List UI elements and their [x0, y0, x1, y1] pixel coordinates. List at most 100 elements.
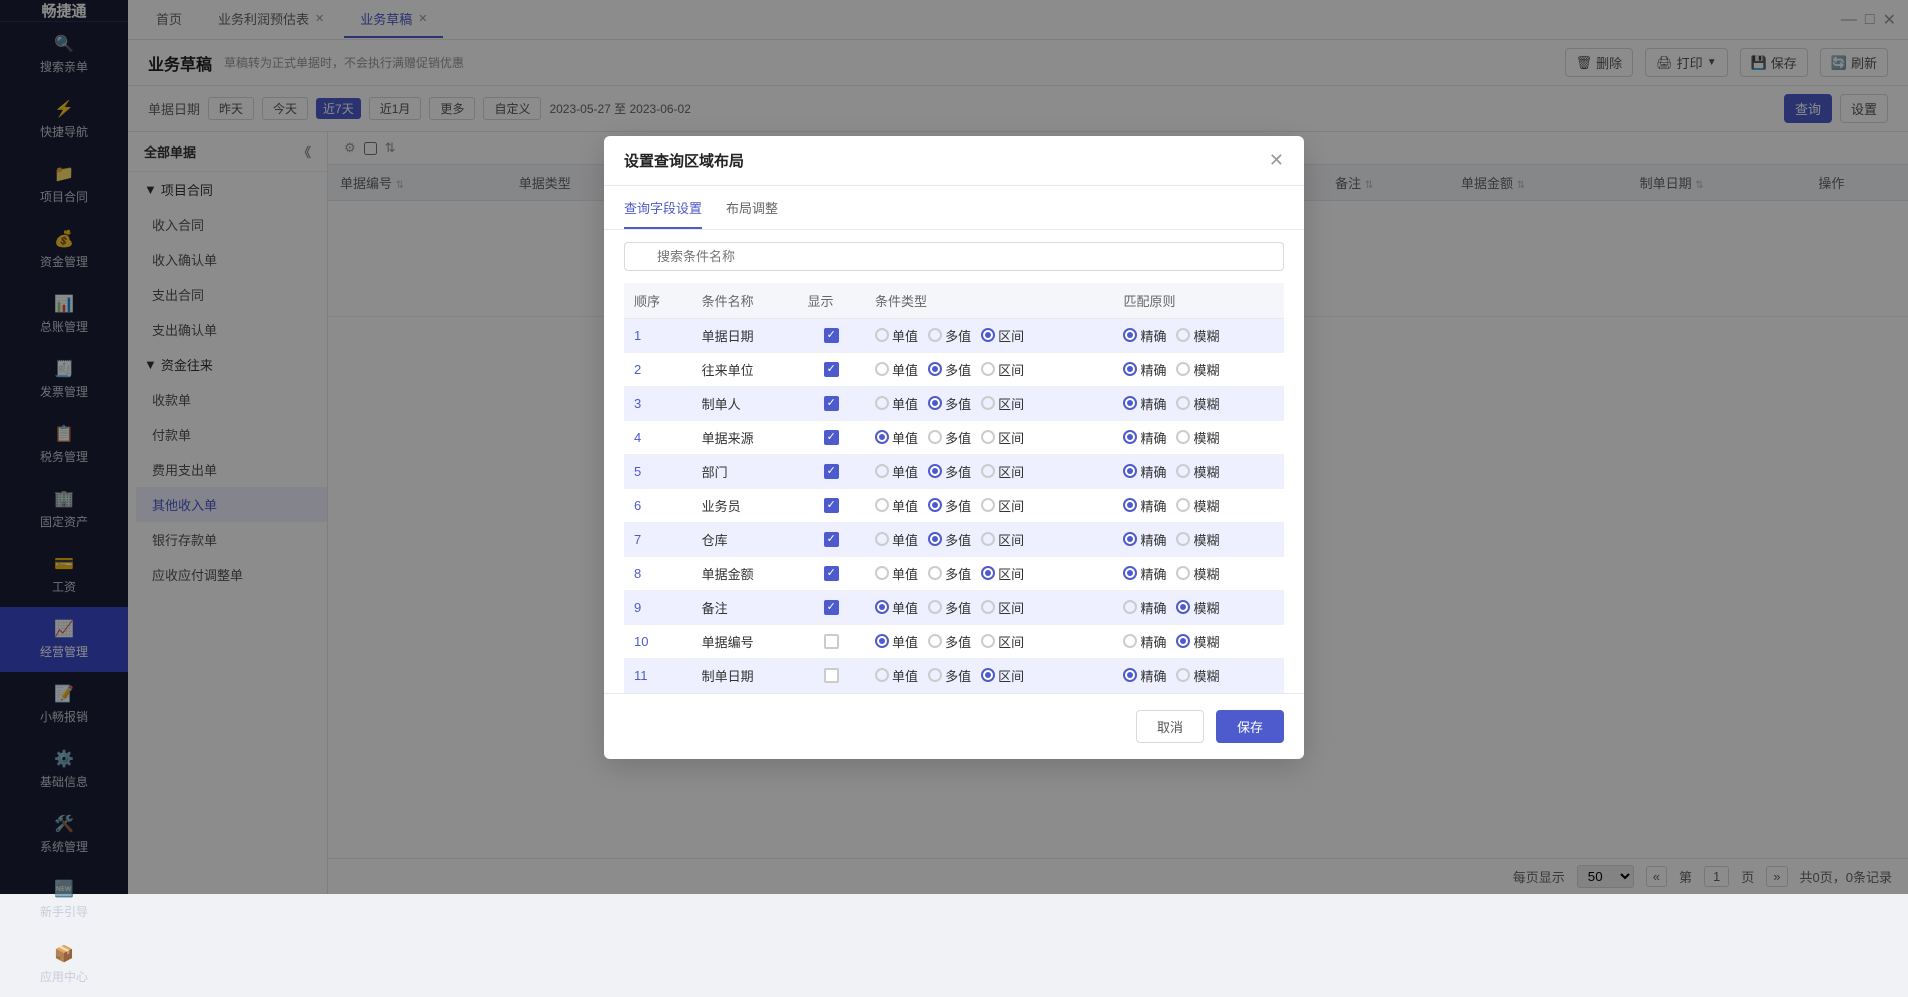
- match-radio-7-1[interactable]: 模糊: [1176, 530, 1219, 549]
- display-checkbox-5[interactable]: ✓: [824, 464, 839, 479]
- settings-dialog: 设置查询区域布局 ✕ 查询字段设置 布局调整 🔍 顺序 条件名称: [604, 136, 1304, 759]
- type-radio-5-1[interactable]: 多值: [928, 462, 971, 481]
- type-radio-8-0[interactable]: 单值: [875, 564, 918, 583]
- match-radio-5-1[interactable]: 模糊: [1176, 462, 1219, 481]
- type-radio-3-2[interactable]: 区间: [981, 394, 1024, 413]
- match-radio-7-0[interactable]: 精确: [1123, 530, 1166, 549]
- row-display-4: ✓: [797, 420, 865, 454]
- match-radio-2-0[interactable]: 精确: [1123, 360, 1166, 379]
- match-radio-3-0[interactable]: 精确: [1123, 394, 1166, 413]
- type-radio-2-1[interactable]: 多值: [928, 360, 971, 379]
- save-dialog-button[interactable]: 保存: [1216, 710, 1284, 743]
- type-radio-10-1[interactable]: 多值: [928, 632, 971, 651]
- tab-layout[interactable]: 布局调整: [726, 198, 778, 229]
- row-match-9: 精确 模糊: [1113, 590, 1284, 624]
- type-radio-6-2[interactable]: 区间: [981, 496, 1024, 515]
- match-radio-9-1[interactable]: 模糊: [1176, 598, 1219, 617]
- dialog-table-row: 6业务员 ✓ 单值 多值 区间 精确 模糊: [624, 488, 1284, 522]
- type-radio-2-0[interactable]: 单值: [875, 360, 918, 379]
- type-radio-7-1[interactable]: 多值: [928, 530, 971, 549]
- row-name-5: 部门: [692, 454, 798, 488]
- match-radio-1-0[interactable]: 精确: [1123, 326, 1166, 345]
- match-radio-5-0[interactable]: 精确: [1123, 462, 1166, 481]
- dialog-table-row: 3制单人 ✓ 单值 多值 区间 精确 模糊: [624, 386, 1284, 420]
- dialog-table-wrap: 顺序 条件名称 显示 条件类型 匹配原则 1单据日期 ✓ 单值 多值: [604, 283, 1304, 693]
- type-radio-4-1[interactable]: 多值: [928, 428, 971, 447]
- match-radio-10-1[interactable]: 模糊: [1176, 632, 1219, 651]
- display-checkbox-3[interactable]: ✓: [824, 396, 839, 411]
- dialog-table-row: 1单据日期 ✓ 单值 多值 区间 精确 模糊: [624, 318, 1284, 352]
- row-type-10: 单值 多值 区间: [865, 624, 1113, 658]
- display-checkbox-10[interactable]: [824, 634, 839, 649]
- type-radio-8-2[interactable]: 区间: [981, 564, 1024, 583]
- type-radio-9-0[interactable]: 单值: [875, 598, 918, 617]
- cancel-button[interactable]: 取消: [1136, 710, 1204, 743]
- row-name-11: 制单日期: [692, 658, 798, 692]
- row-type-6: 单值 多值 区间: [865, 488, 1113, 522]
- type-radio-9-2[interactable]: 区间: [981, 598, 1024, 617]
- dialog-table-row: 8单据金额 ✓ 单值 多值 区间 精确 模糊: [624, 556, 1284, 590]
- type-radio-10-0[interactable]: 单值: [875, 632, 918, 651]
- display-checkbox-9[interactable]: ✓: [824, 600, 839, 615]
- appstore-icon: 📦: [54, 944, 74, 964]
- type-radio-1-0[interactable]: 单值: [875, 326, 918, 345]
- row-match-2: 精确 模糊: [1113, 352, 1284, 386]
- display-checkbox-1[interactable]: ✓: [824, 328, 839, 343]
- type-radio-2-2[interactable]: 区间: [981, 360, 1024, 379]
- dialog-table-row: 11制单日期 单值 多值 区间 精确 模糊: [624, 658, 1284, 692]
- tab-query-fields[interactable]: 查询字段设置: [624, 198, 702, 229]
- display-checkbox-7[interactable]: ✓: [824, 532, 839, 547]
- type-radio-3-1[interactable]: 多值: [928, 394, 971, 413]
- display-checkbox-6[interactable]: ✓: [824, 498, 839, 513]
- display-checkbox-4[interactable]: ✓: [824, 430, 839, 445]
- type-radio-4-2[interactable]: 区间: [981, 428, 1024, 447]
- dialog-table-row: 5部门 ✓ 单值 多值 区间 精确 模糊: [624, 454, 1284, 488]
- condition-search-input[interactable]: [624, 242, 1284, 271]
- type-radio-8-1[interactable]: 多值: [928, 564, 971, 583]
- type-radio-1-2[interactable]: 区间: [981, 326, 1024, 345]
- match-radio-6-1[interactable]: 模糊: [1176, 496, 1219, 515]
- match-radio-11-0[interactable]: 精确: [1123, 666, 1166, 685]
- match-radio-6-0[interactable]: 精确: [1123, 496, 1166, 515]
- type-radio-6-0[interactable]: 单值: [875, 496, 918, 515]
- dialog-search-area: 🔍: [604, 230, 1304, 283]
- type-radio-5-0[interactable]: 单值: [875, 462, 918, 481]
- dialog-table-row: 4单据来源 ✓ 单值 多值 区间 精确 模糊: [624, 420, 1284, 454]
- row-order-5: 5: [624, 454, 692, 488]
- match-radio-11-1[interactable]: 模糊: [1176, 666, 1219, 685]
- type-radio-11-1[interactable]: 多值: [928, 666, 971, 685]
- type-radio-7-0[interactable]: 单值: [875, 530, 918, 549]
- display-checkbox-2[interactable]: ✓: [824, 362, 839, 377]
- match-radio-2-1[interactable]: 模糊: [1176, 360, 1219, 379]
- match-radio-10-0[interactable]: 精确: [1123, 632, 1166, 651]
- match-radio-8-1[interactable]: 模糊: [1176, 564, 1219, 583]
- row-name-4: 单据来源: [692, 420, 798, 454]
- match-radio-4-1[interactable]: 模糊: [1176, 428, 1219, 447]
- type-radio-11-2[interactable]: 区间: [981, 666, 1024, 685]
- display-checkbox-8[interactable]: ✓: [824, 566, 839, 581]
- match-radio-3-1[interactable]: 模糊: [1176, 394, 1219, 413]
- match-radio-9-0[interactable]: 精确: [1123, 598, 1166, 617]
- type-radio-6-1[interactable]: 多值: [928, 496, 971, 515]
- row-name-1: 单据日期: [692, 318, 798, 352]
- type-radio-3-0[interactable]: 单值: [875, 394, 918, 413]
- sidebar-item-appstore[interactable]: 📦应用中心: [0, 932, 128, 997]
- dialog-close-button[interactable]: ✕: [1269, 150, 1284, 171]
- dialog-header: 设置查询区域布局 ✕: [604, 136, 1304, 186]
- type-radio-11-0[interactable]: 单值: [875, 666, 918, 685]
- type-radio-9-1[interactable]: 多值: [928, 598, 971, 617]
- row-display-11: [797, 658, 865, 692]
- type-radio-4-0[interactable]: 单值: [875, 428, 918, 447]
- type-radio-1-1[interactable]: 多值: [928, 326, 971, 345]
- match-radio-4-0[interactable]: 精确: [1123, 428, 1166, 447]
- row-display-8: ✓: [797, 556, 865, 590]
- type-radio-10-2[interactable]: 区间: [981, 632, 1024, 651]
- display-checkbox-11[interactable]: [824, 668, 839, 683]
- type-radio-5-2[interactable]: 区间: [981, 462, 1024, 481]
- match-radio-8-0[interactable]: 精确: [1123, 564, 1166, 583]
- row-type-9: 单值 多值 区间: [865, 590, 1113, 624]
- type-radio-7-2[interactable]: 区间: [981, 530, 1024, 549]
- match-radio-1-1[interactable]: 模糊: [1176, 326, 1219, 345]
- col-match: 匹配原则: [1113, 283, 1284, 319]
- row-order-8: 8: [624, 556, 692, 590]
